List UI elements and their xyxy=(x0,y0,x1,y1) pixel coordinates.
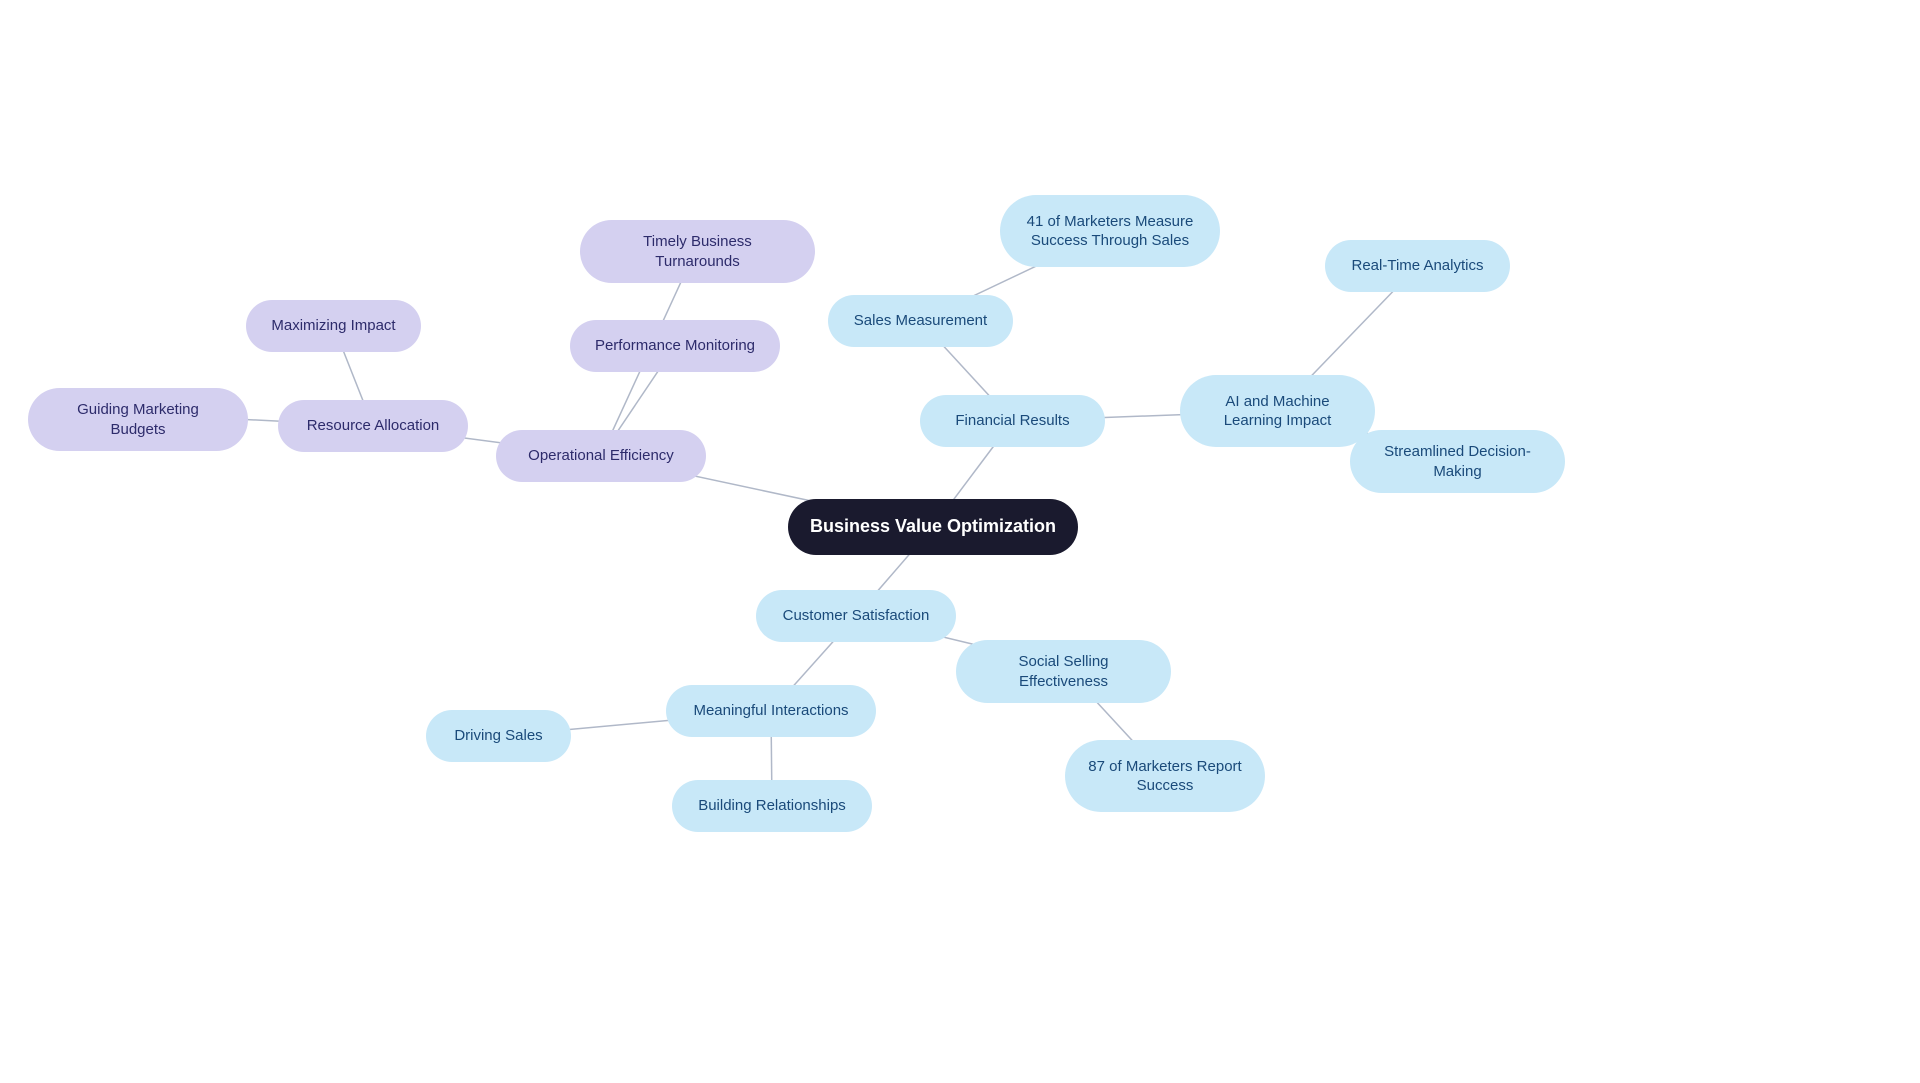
node-operational_efficiency[interactable]: Operational Efficiency xyxy=(496,430,706,482)
node-center[interactable]: Business Value Optimization xyxy=(788,499,1078,555)
node-meaningful_interactions[interactable]: Meaningful Interactions xyxy=(666,685,876,737)
node-driving_sales[interactable]: Driving Sales xyxy=(426,710,571,762)
node-customer_satisfaction[interactable]: Customer Satisfaction xyxy=(756,590,956,642)
node-financial_results[interactable]: Financial Results xyxy=(920,395,1105,447)
node-social_selling[interactable]: Social Selling Effectiveness xyxy=(956,640,1171,703)
node-timely_business[interactable]: Timely Business Turnarounds xyxy=(580,220,815,283)
node-sales_measurement[interactable]: Sales Measurement xyxy=(828,295,1013,347)
node-performance_monitoring[interactable]: Performance Monitoring xyxy=(570,320,780,372)
node-maximizing_impact[interactable]: Maximizing Impact xyxy=(246,300,421,352)
node-marketers_report[interactable]: 87 of Marketers Report Success xyxy=(1065,740,1265,812)
node-real_time_analytics[interactable]: Real-Time Analytics xyxy=(1325,240,1510,292)
node-marketers_measure[interactable]: 41 of Marketers Measure Success Through … xyxy=(1000,195,1220,267)
mind-map: Business Value Optimization Operational E… xyxy=(0,0,1920,1083)
node-building_relationships[interactable]: Building Relationships xyxy=(672,780,872,832)
node-guiding_marketing[interactable]: Guiding Marketing Budgets xyxy=(28,388,248,451)
node-ai_ml[interactable]: AI and Machine Learning Impact xyxy=(1180,375,1375,447)
node-resource_allocation[interactable]: Resource Allocation xyxy=(278,400,468,452)
node-streamlined_decision[interactable]: Streamlined Decision-Making xyxy=(1350,430,1565,493)
